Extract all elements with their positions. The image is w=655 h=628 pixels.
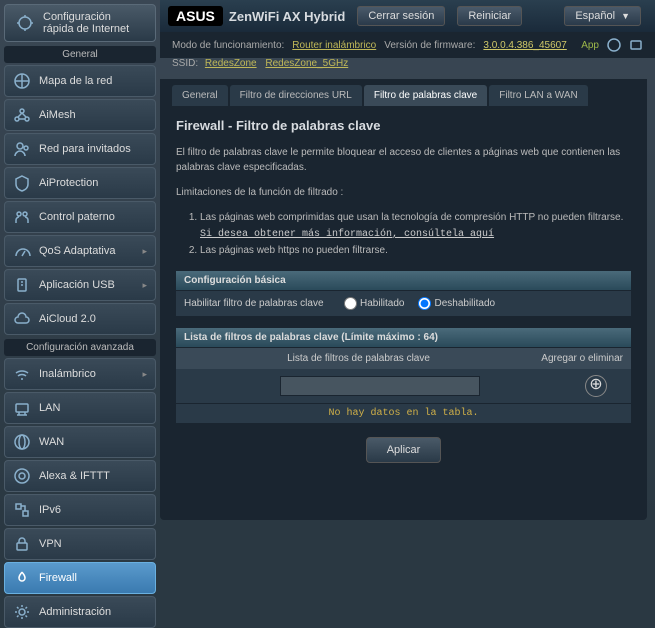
lock-icon [13,535,31,553]
shield-icon [13,174,31,192]
brand-logo: ASUS [168,6,223,26]
chevron-down-icon: ▼ [621,11,630,21]
sidebar-item-guest[interactable]: Red para invitados [4,133,156,165]
sidebar-item-label: AiMesh [39,109,76,121]
mode-label: Modo de funcionamiento: [172,40,284,51]
section-advanced-label: Configuración avanzada [4,339,156,356]
sidebar-item-vpn[interactable]: VPN [4,528,156,560]
sidebar-item-label: Red para invitados [39,143,131,155]
sidebar-item-label: LAN [39,402,60,414]
tab-urlfilter[interactable]: Filtro de direcciones URL [230,85,362,106]
wifi-icon [13,365,31,383]
list-header: Lista de filtros de palabras clave (Lími… [176,328,631,347]
enable-filter-label: Habilitar filtro de palabras clave [184,298,344,309]
globe-icon [13,72,31,90]
sidebar-item-ipv6[interactable]: IPv6 [4,494,156,526]
gear-icon [13,603,31,621]
sidebar-item-alexa[interactable]: Alexa & IFTTT [4,460,156,492]
chevron-right-icon: ▸ [142,280,147,291]
chevron-right-icon: ▸ [142,369,147,380]
limits-label: Limitaciones de la función de filtrado : [176,185,631,200]
ssid-label: SSID: [172,58,198,69]
col-keyword-header: Lista de filtros de palabras clave [184,353,533,364]
radio-disabled-label[interactable]: Deshabilitado [418,297,495,310]
globe-icon [13,433,31,451]
app-link[interactable]: App [581,40,599,51]
sidebar-item-label: AiProtection [39,177,98,189]
sidebar-item-qos[interactable]: QoS Adaptativa ▸ [4,235,156,267]
gear-wrench-icon [13,11,37,35]
keyword-input[interactable] [280,376,480,396]
sidebar-item-admin[interactable]: Administración [4,596,156,628]
users-icon [13,140,31,158]
family-icon [13,208,31,226]
sidebar-item-lan[interactable]: LAN [4,392,156,424]
page-description: El filtro de palabras clave le permite b… [176,145,631,175]
section-general-label: General [4,46,156,63]
language-selector[interactable]: Español ▼ [564,6,641,26]
sidebar-item-usb[interactable]: Aplicación USB ▸ [4,269,156,301]
sidebar-item-label: Firewall [39,572,77,584]
sidebar-item-label: Alexa & IFTTT [39,470,110,482]
apply-button[interactable]: Aplicar [366,437,442,463]
sidebar-item-label: Administración [39,606,111,618]
add-button[interactable]: ⊕ [585,375,607,397]
limit-item-1: Las páginas web comprimidas que usan la … [200,210,631,243]
sidebar-item-wan[interactable]: WAN [4,426,156,458]
sidebar-item-label: QoS Adaptativa [39,245,115,257]
sidebar-item-firewall[interactable]: Firewall [4,562,156,594]
tab-general[interactable]: General [172,85,228,106]
quick-setup-label-1: Configuración [43,11,129,23]
sidebar-item-label: Control paterno [39,211,115,223]
tab-keyword[interactable]: Filtro de palabras clave [364,85,487,106]
voice-icon [13,467,31,485]
sidebar-item-label: Inalámbrico [39,368,96,380]
sidebar-item-label: IPv6 [39,504,61,516]
sidebar-item-map[interactable]: Mapa de la red [4,65,156,97]
tab-lanwan[interactable]: Filtro LAN a WAN [489,85,588,106]
ssid1-link[interactable]: RedesZone [205,58,257,69]
limit-more-info-link[interactable]: Si desea obtener más información, consúl… [200,229,494,240]
sidebar-item-parental[interactable]: Control paterno [4,201,156,233]
network-icon [13,501,31,519]
radio-disabled[interactable] [418,297,431,310]
sidebar-item-label: WAN [39,436,64,448]
mode-value-link[interactable]: Router inalámbrico [292,40,376,51]
usb-icon [13,276,31,294]
quick-setup-label-2: rápida de Internet [43,23,129,35]
model-name: ZenWiFi AX Hybrid [229,9,345,24]
help-icon[interactable] [607,38,621,52]
quick-setup-button[interactable]: Configuración rápida de Internet [4,4,156,42]
reboot-button[interactable]: Reiniciar [457,6,522,26]
sidebar-item-wireless[interactable]: Inalámbrico ▸ [4,358,156,390]
logout-button[interactable]: Cerrar sesión [357,6,445,26]
no-data-message: No hay datos en la tabla. [176,403,631,423]
sidebar-item-aimesh[interactable]: AiMesh [4,99,156,131]
chevron-right-icon: ▸ [142,246,147,257]
feedback-icon[interactable] [629,38,643,52]
sidebar-item-aicloud[interactable]: AiCloud 2.0 [4,303,156,335]
cloud-icon [13,310,31,328]
radio-enabled-label[interactable]: Habilitado [344,297,404,310]
ssid2-link[interactable]: RedesZone_5GHz [265,58,348,69]
sidebar-item-label: Aplicación USB [39,279,115,291]
gauge-icon [13,242,31,260]
mesh-icon [13,106,31,124]
fw-label: Versión de firmware: [384,40,475,51]
fw-version-link[interactable]: 3.0.0.4.386_45607 [483,40,566,51]
radio-enabled[interactable] [344,297,357,310]
sidebar-item-label: Mapa de la red [39,75,112,87]
firewall-icon [13,569,31,587]
page-title: Firewall - Filtro de palabras clave [176,118,631,133]
sidebar-item-label: VPN [39,538,62,550]
limit-item-2: Las páginas web https no pueden filtrars… [200,243,631,259]
lan-icon [13,399,31,417]
sidebar-item-label: AiCloud 2.0 [39,313,96,325]
col-action-header: Agregar o eliminar [533,353,623,364]
basic-config-header: Configuración básica [176,271,631,290]
language-label: Español [575,10,615,22]
sidebar-item-aiprotection[interactable]: AiProtection [4,167,156,199]
